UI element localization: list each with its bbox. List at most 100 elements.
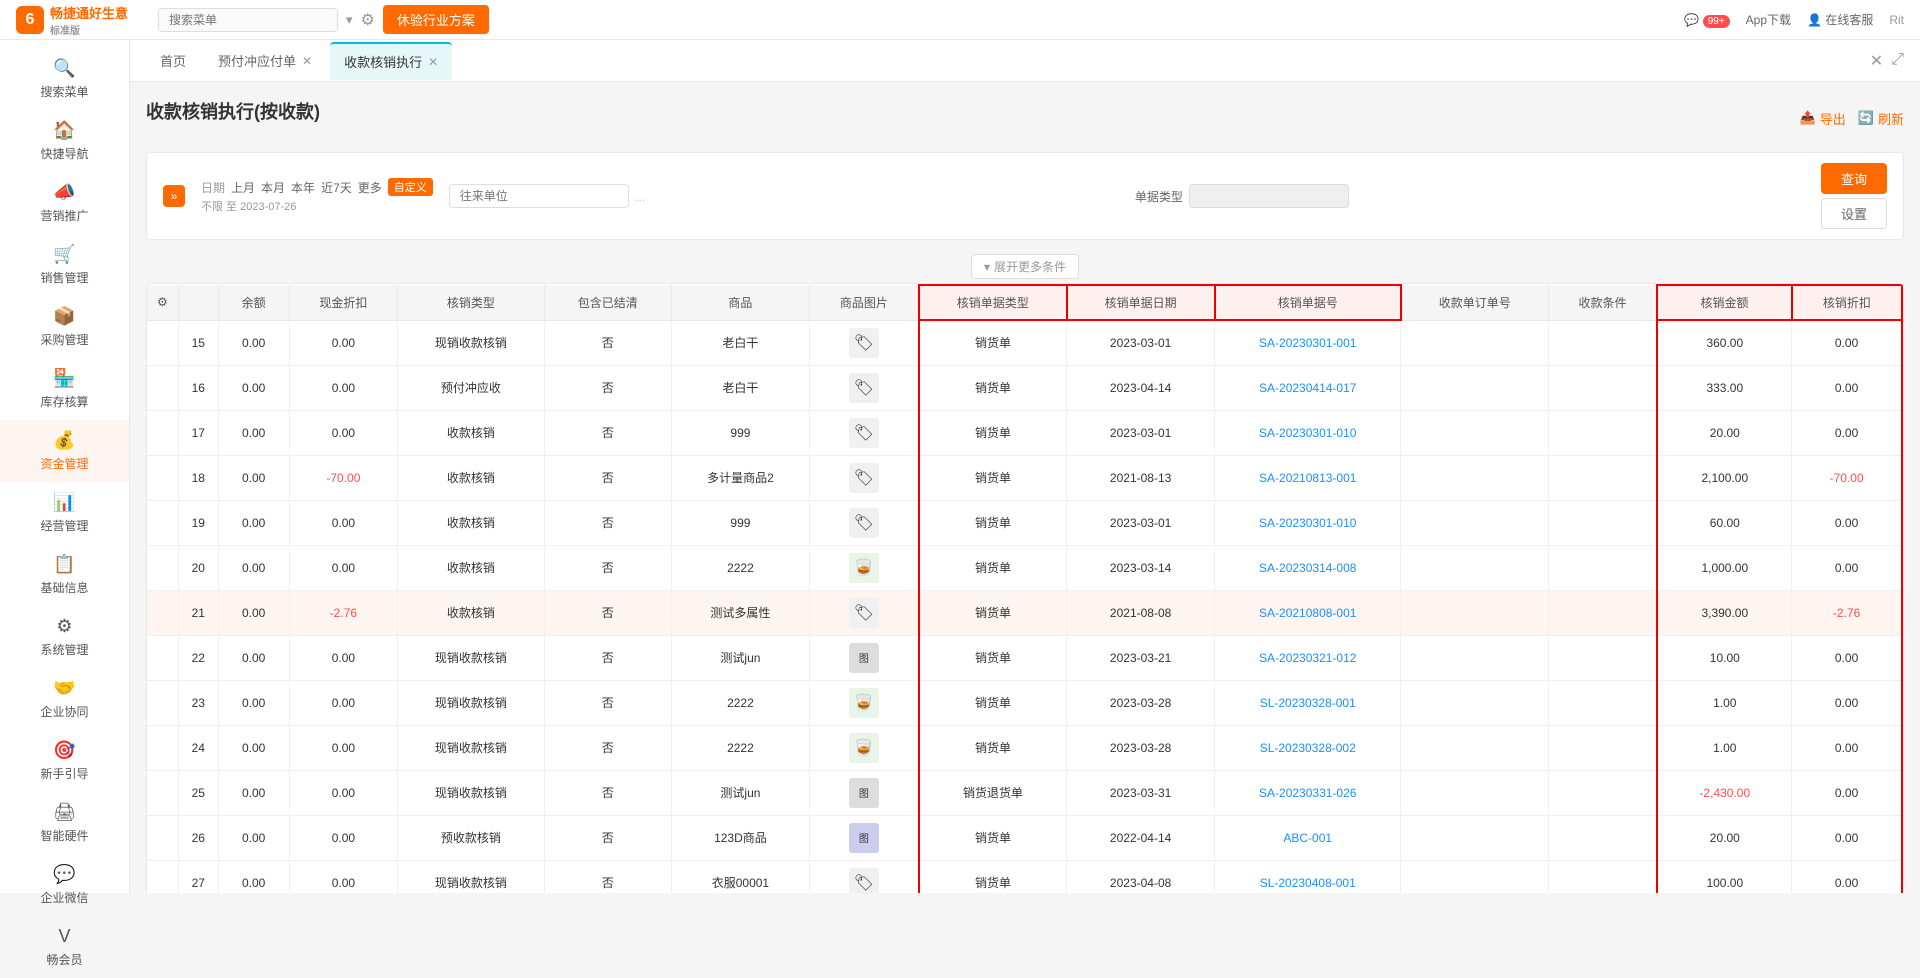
cell-verify-bill-no[interactable]: SA-20230414-017 bbox=[1215, 365, 1401, 410]
date-last-month[interactable]: 上月 bbox=[231, 179, 255, 196]
goods-img-placeholder: 🥃 bbox=[849, 688, 879, 718]
cell-verify-bill-no[interactable]: SA-20230301-010 bbox=[1215, 500, 1401, 545]
cell-settings[interactable] bbox=[147, 680, 178, 725]
filter-expand-arrow[interactable]: » bbox=[163, 185, 185, 207]
cell-verify-bill-no[interactable]: SA-20230301-010 bbox=[1215, 410, 1401, 455]
industry-btn[interactable]: 休验行业方案 bbox=[383, 5, 489, 34]
cell-settings[interactable] bbox=[147, 635, 178, 680]
sidebar-item-5[interactable]: 🏪库存核算 bbox=[0, 358, 129, 420]
cell-num: 21 bbox=[178, 590, 218, 635]
expand-conditions-btn[interactable]: ▾ 展开更多条件 bbox=[971, 254, 1079, 279]
cell-receipt-order-no bbox=[1401, 590, 1548, 635]
sidebar-item-4[interactable]: 📦采购管理 bbox=[0, 296, 129, 358]
date-custom-btn[interactable]: 自定义 bbox=[388, 178, 433, 196]
sidebar-item-8[interactable]: 📋基础信息 bbox=[0, 544, 129, 606]
cell-balance: 0.00 bbox=[218, 455, 289, 500]
cell-verify-bill-no[interactable]: SL-20230408-001 bbox=[1215, 860, 1401, 893]
message-icon[interactable]: 💬 99+ bbox=[1684, 13, 1729, 27]
verify-bill-link[interactable]: SL-20230408-001 bbox=[1260, 876, 1356, 890]
cell-verify-discount: 0.00 bbox=[1792, 500, 1902, 545]
cell-settings[interactable] bbox=[147, 500, 178, 545]
cell-balance: 0.00 bbox=[218, 590, 289, 635]
cell-verify-bill-no[interactable]: SL-20230328-001 bbox=[1215, 680, 1401, 725]
verify-bill-link[interactable]: SA-20210813-001 bbox=[1259, 471, 1356, 485]
sidebar-label-7: 经营管理 bbox=[40, 517, 88, 534]
sidebar-item-7[interactable]: 📊经营管理 bbox=[0, 482, 129, 544]
tab-verify[interactable]: 收款核销执行 ✕ bbox=[330, 42, 452, 80]
cell-settings[interactable] bbox=[147, 590, 178, 635]
date-this-month[interactable]: 本月 bbox=[261, 179, 285, 196]
cell-verify-type: 收款核销 bbox=[398, 455, 544, 500]
dropdown-arrow[interactable]: ▾ bbox=[346, 12, 353, 28]
sidebar-item-11[interactable]: 🎯新手引导 bbox=[0, 730, 129, 792]
app-download[interactable]: App下载 bbox=[1746, 11, 1791, 28]
cell-settings[interactable] bbox=[147, 320, 178, 365]
cell-receipt-order-no bbox=[1401, 770, 1548, 815]
verify-bill-link[interactable]: SA-20230301-010 bbox=[1259, 516, 1356, 530]
cell-verify-bill-no[interactable]: SA-20230321-012 bbox=[1215, 635, 1401, 680]
cell-verify-bill-no[interactable]: ABC-001 bbox=[1215, 815, 1401, 860]
cell-included: 否 bbox=[544, 455, 671, 500]
unit-input[interactable] bbox=[449, 184, 629, 208]
single-type-select[interactable] bbox=[1189, 184, 1349, 208]
sidebar-item-10[interactable]: 🤝企业协同 bbox=[0, 668, 129, 730]
cell-settings[interactable] bbox=[147, 410, 178, 455]
refresh-btn[interactable]: 🔄 刷新 bbox=[1858, 109, 1904, 128]
sidebar-item-0[interactable]: 🔍搜索菜单 bbox=[0, 48, 129, 110]
sidebar-item-9[interactable]: ⚙系统管理 bbox=[0, 606, 129, 668]
cell-settings[interactable] bbox=[147, 815, 178, 860]
tab-prepay-close[interactable]: ✕ bbox=[302, 54, 312, 68]
sidebar-item-6[interactable]: 💰资金管理 bbox=[0, 420, 129, 482]
verify-bill-link[interactable]: SA-20230314-008 bbox=[1259, 561, 1356, 575]
cell-verify-bill-no[interactable]: SA-20210813-001 bbox=[1215, 455, 1401, 500]
date-this-year[interactable]: 本年 bbox=[291, 179, 315, 196]
cell-verify-bill-no[interactable]: SA-20230314-008 bbox=[1215, 545, 1401, 590]
verify-bill-link[interactable]: SA-20230301-010 bbox=[1259, 426, 1356, 440]
verify-bill-link[interactable]: SA-20230321-012 bbox=[1259, 651, 1356, 665]
verify-bill-link[interactable]: SA-20210808-001 bbox=[1259, 606, 1356, 620]
cell-settings[interactable] bbox=[147, 770, 178, 815]
sidebar-item-2[interactable]: 📣营销推广 bbox=[0, 172, 129, 234]
export-btn[interactable]: 📤 导出 bbox=[1800, 109, 1846, 128]
sidebar-item-1[interactable]: 🏠快捷导航 bbox=[0, 110, 129, 172]
cell-verify-discount: 0.00 bbox=[1792, 410, 1902, 455]
cell-verify-bill-no[interactable]: SA-20210808-001 bbox=[1215, 590, 1401, 635]
sidebar-item-3[interactable]: 🛒销售管理 bbox=[0, 234, 129, 296]
cell-verify-bill-date: 2023-03-28 bbox=[1067, 680, 1215, 725]
cell-settings[interactable] bbox=[147, 860, 178, 893]
cell-settings[interactable] bbox=[147, 725, 178, 770]
settings-button[interactable]: 设置 bbox=[1821, 198, 1887, 229]
date-7days[interactable]: 近7天 bbox=[321, 179, 352, 196]
col-settings[interactable]: ⚙ bbox=[147, 285, 178, 320]
sidebar-item-13[interactable]: 💬企业微信 bbox=[0, 854, 129, 916]
settings-icon[interactable]: ⚙ bbox=[361, 10, 375, 30]
cell-settings[interactable] bbox=[147, 365, 178, 410]
verify-bill-link[interactable]: SA-20230414-017 bbox=[1259, 381, 1356, 395]
date-more[interactable]: 更多 bbox=[358, 179, 382, 196]
tab-prepay[interactable]: 预付冲应付单 ✕ bbox=[204, 42, 326, 80]
cell-verify-bill-no[interactable]: SA-20230331-026 bbox=[1215, 770, 1401, 815]
expand-icon[interactable]: ⤢ bbox=[1891, 51, 1904, 71]
sidebar-item-12[interactable]: 🖨智能硬件 bbox=[0, 792, 129, 854]
tab-home[interactable]: 首页 bbox=[146, 42, 200, 80]
tab-verify-close[interactable]: ✕ bbox=[428, 55, 438, 69]
verify-bill-link[interactable]: SA-20230331-026 bbox=[1259, 786, 1356, 800]
cell-verify-bill-date: 2023-03-01 bbox=[1067, 320, 1215, 365]
cell-settings[interactable] bbox=[147, 455, 178, 500]
verify-bill-link[interactable]: SA-20230301-001 bbox=[1259, 336, 1356, 350]
cell-verify-bill-type: 销货单 bbox=[919, 860, 1067, 893]
online-service[interactable]: 👤 在线客服 bbox=[1807, 11, 1873, 28]
cell-verify-bill-no[interactable]: SL-20230328-002 bbox=[1215, 725, 1401, 770]
col-verify-amount: 核销金额 bbox=[1657, 285, 1791, 320]
verify-bill-link[interactable]: ABC-001 bbox=[1283, 831, 1332, 845]
sidebar-item-14[interactable]: V畅会员 bbox=[0, 916, 129, 978]
cell-verify-bill-no[interactable]: SA-20230301-001 bbox=[1215, 320, 1401, 365]
main-layout: 🔍搜索菜单🏠快捷导航📣营销推广🛒销售管理📦采购管理🏪库存核算💰资金管理📊经营管理… bbox=[0, 40, 1920, 893]
query-button[interactable]: 查询 bbox=[1821, 163, 1887, 194]
top-search-input[interactable] bbox=[158, 8, 338, 32]
cell-settings[interactable] bbox=[147, 545, 178, 590]
unit-dots[interactable]: ... bbox=[635, 189, 646, 204]
close-all-icon[interactable]: ✕ bbox=[1870, 51, 1883, 71]
verify-bill-link[interactable]: SL-20230328-002 bbox=[1260, 741, 1356, 755]
verify-bill-link[interactable]: SL-20230328-001 bbox=[1260, 696, 1356, 710]
